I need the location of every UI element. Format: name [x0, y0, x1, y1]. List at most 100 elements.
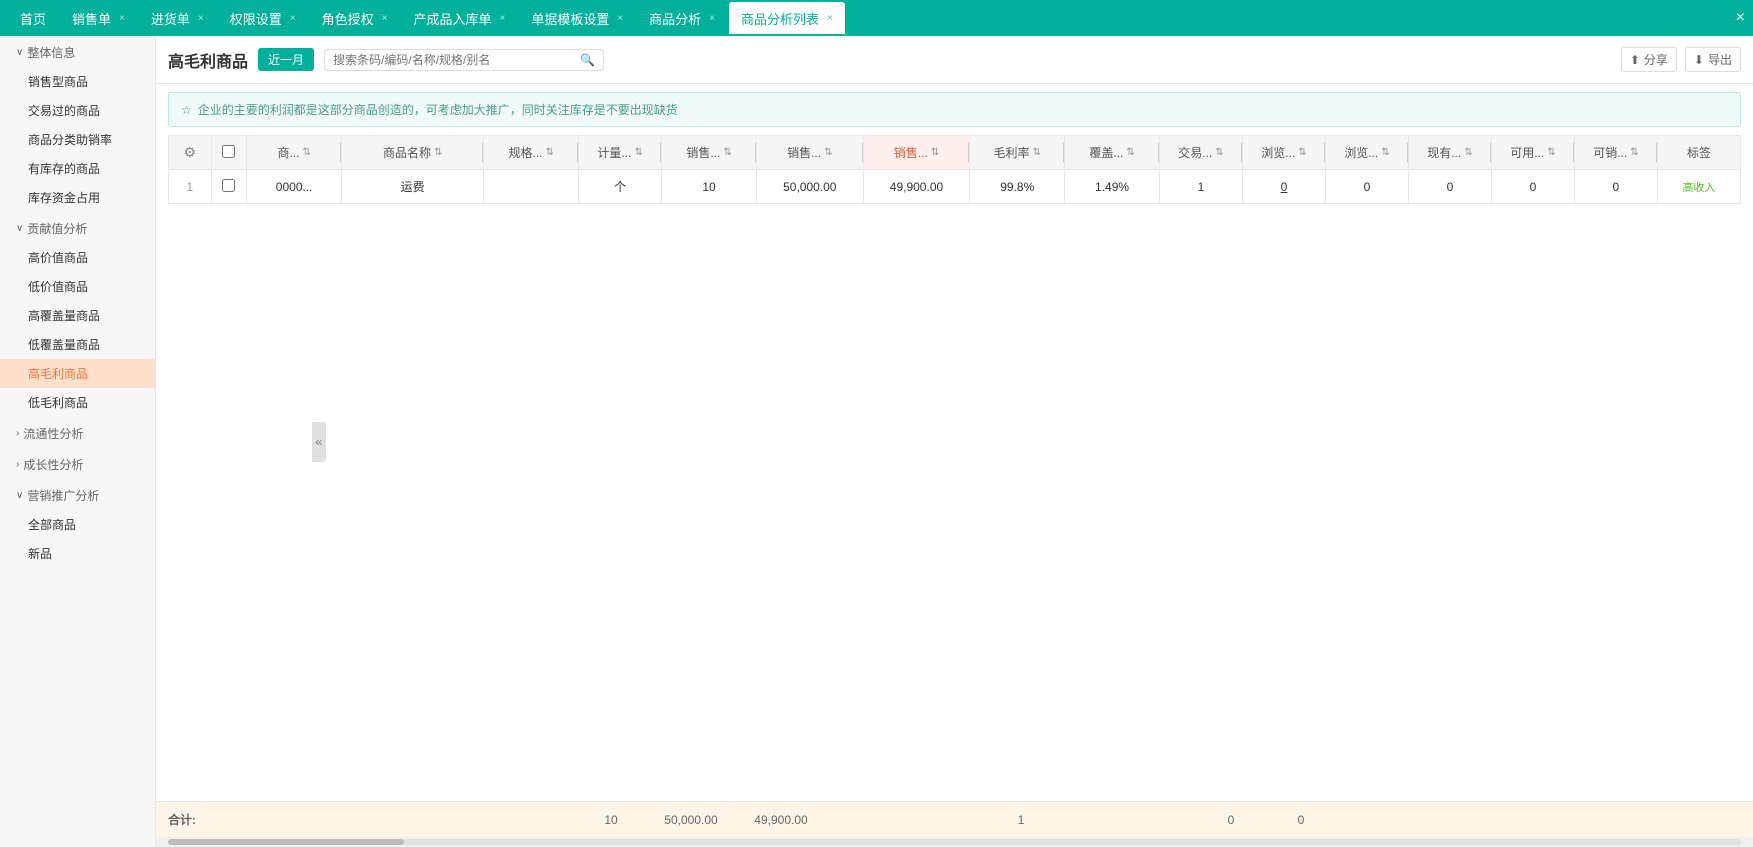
- sort-stock1-icon[interactable]: ⇅: [1464, 147, 1472, 158]
- col-sales1[interactable]: 销售... ⇅: [662, 136, 757, 170]
- nav-purchase[interactable]: 进货单 ×: [139, 2, 216, 34]
- search-input[interactable]: [333, 53, 576, 67]
- nav-analysis-list[interactable]: 商品分析列表 ×: [729, 2, 845, 34]
- section-header-growth[interactable]: › 成长性分析: [0, 448, 155, 479]
- close-template-icon[interactable]: ×: [617, 13, 623, 24]
- close-analysis-list-icon[interactable]: ×: [827, 13, 833, 24]
- col-stock1[interactable]: 现有... ⇅: [1408, 136, 1491, 170]
- sidebar-item-stock-capital[interactable]: 库存资金占用: [0, 183, 155, 212]
- col-sales3[interactable]: 销售... ⇅: [863, 136, 970, 170]
- sidebar-item-category-rate[interactable]: 商品分类助销率: [0, 125, 155, 154]
- col-spec[interactable]: 规格... ⇅: [484, 136, 579, 170]
- scroll-track[interactable]: [168, 839, 1741, 845]
- search-icon[interactable]: 🔍: [580, 53, 595, 67]
- close-role-icon[interactable]: ×: [382, 13, 388, 24]
- sort-name-icon[interactable]: ⇅: [434, 147, 442, 158]
- close-analysis-icon[interactable]: ×: [709, 13, 715, 24]
- close-sales-icon[interactable]: ×: [119, 13, 125, 24]
- cell-name[interactable]: 运费: [342, 170, 484, 204]
- col-resizer-sales1[interactable]: [752, 143, 756, 163]
- nav-role[interactable]: 角色授权 ×: [310, 2, 400, 34]
- sort-browse2-icon[interactable]: ⇅: [1381, 147, 1389, 158]
- col-resizer-stock3[interactable]: [1653, 143, 1657, 163]
- settings-icon[interactable]: ⚙: [184, 144, 197, 160]
- sort-stock3-icon[interactable]: ⇅: [1630, 147, 1638, 158]
- nav-product-in[interactable]: 产成品入库单 ×: [401, 2, 517, 34]
- sort-trade-icon[interactable]: ⇅: [1215, 147, 1223, 158]
- sidebar-item-low-coverage[interactable]: 低覆盖量商品: [0, 330, 155, 359]
- nav-analysis[interactable]: 商品分析 ×: [637, 2, 727, 34]
- col-name[interactable]: 商品名称 ⇅: [342, 136, 484, 170]
- sidebar-item-high-margin[interactable]: 高毛利商品: [0, 359, 155, 388]
- sidebar-item-in-stock[interactable]: 有库存的商品: [0, 154, 155, 183]
- cell-browse1[interactable]: 0: [1242, 170, 1325, 204]
- col-resizer-browse1[interactable]: [1321, 143, 1325, 163]
- section-header-marketing[interactable]: ∨ 营销推广分析: [0, 479, 155, 510]
- col-resizer-name[interactable]: [479, 143, 483, 163]
- sort-code-icon[interactable]: ⇅: [302, 147, 310, 158]
- filter-button[interactable]: 近一月: [258, 48, 314, 71]
- nav-permission[interactable]: 权限设置 ×: [218, 2, 308, 34]
- col-resizer-trade[interactable]: [1238, 143, 1242, 163]
- export-button[interactable]: ⬇ 导出: [1685, 47, 1741, 72]
- main-layout: ∨ 整体信息 销售型商品 交易过的商品 商品分类助销率 有库存的商品 库存资金占…: [0, 36, 1753, 847]
- col-resizer-gross[interactable]: [1060, 143, 1064, 163]
- table-header-row: ⚙ 商... ⇅: [169, 136, 1741, 170]
- sidebar-item-high-coverage[interactable]: 高覆盖量商品: [0, 301, 155, 330]
- section-header-liquidity[interactable]: › 流通性分析: [0, 417, 155, 448]
- sidebar-item-low-margin[interactable]: 低毛利商品: [0, 388, 155, 417]
- share-button[interactable]: ⬆ 分享: [1621, 47, 1677, 72]
- sidebar-item-traded[interactable]: 交易过的商品: [0, 96, 155, 125]
- sidebar-collapse-button[interactable]: «: [312, 422, 326, 462]
- sidebar-item-all-goods[interactable]: 全部商品: [0, 510, 155, 539]
- col-settings[interactable]: ⚙: [169, 136, 212, 170]
- scroll-thumb[interactable]: [168, 839, 404, 845]
- sort-sales2-icon[interactable]: ⇅: [824, 147, 832, 158]
- col-stock3[interactable]: 可销... ⇅: [1574, 136, 1657, 170]
- col-code[interactable]: 商... ⇅: [247, 136, 342, 170]
- close-permission-icon[interactable]: ×: [290, 13, 296, 24]
- row-checkbox[interactable]: [222, 179, 235, 192]
- sidebar-item-low-value[interactable]: 低价值商品: [0, 272, 155, 301]
- sidebar-item-new-goods[interactable]: 新品: [0, 539, 155, 568]
- close-all-button[interactable]: ×: [1736, 9, 1745, 27]
- col-resizer-sales3[interactable]: [965, 143, 969, 163]
- col-stock2[interactable]: 可用... ⇅: [1491, 136, 1574, 170]
- sort-coverage-icon[interactable]: ⇅: [1126, 147, 1134, 158]
- section-header-contribution[interactable]: ∨ 贡献值分析: [0, 212, 155, 243]
- select-all-checkbox[interactable]: [222, 145, 235, 158]
- col-gross[interactable]: 毛利率 ⇅: [970, 136, 1065, 170]
- sort-stock2-icon[interactable]: ⇅: [1547, 147, 1555, 158]
- sort-spec-icon[interactable]: ⇅: [546, 147, 554, 158]
- cell-code[interactable]: 0000...: [247, 170, 342, 204]
- sidebar-item-sales-goods[interactable]: 销售型商品: [0, 67, 155, 96]
- col-trade[interactable]: 交易... ⇅: [1159, 136, 1242, 170]
- section-header-overall[interactable]: ∨ 整体信息: [0, 36, 155, 67]
- sort-sales1-icon[interactable]: ⇅: [723, 147, 731, 158]
- nav-home[interactable]: 首页: [8, 2, 58, 34]
- close-purchase-icon[interactable]: ×: [198, 13, 204, 24]
- sort-sales3-icon[interactable]: ⇅: [931, 147, 939, 158]
- col-resizer-browse2[interactable]: [1404, 143, 1408, 163]
- col-resizer-spec[interactable]: [574, 143, 578, 163]
- col-sales2[interactable]: 销售... ⇅: [756, 136, 863, 170]
- col-browse2[interactable]: 浏览... ⇅: [1325, 136, 1408, 170]
- col-browse1[interactable]: 浏览... ⇅: [1242, 136, 1325, 170]
- nav-sales[interactable]: 销售单 ×: [60, 2, 137, 34]
- col-resizer-stock1[interactable]: [1487, 143, 1491, 163]
- sort-browse1-icon[interactable]: ⇅: [1298, 147, 1306, 158]
- nav-template[interactable]: 单据模板设置 ×: [519, 2, 635, 34]
- sidebar-item-high-value[interactable]: 高价值商品: [0, 243, 155, 272]
- col-unit[interactable]: 计量... ⇅: [579, 136, 662, 170]
- col-coverage[interactable]: 覆盖... ⇅: [1065, 136, 1160, 170]
- col-resizer-sales2[interactable]: [859, 143, 863, 163]
- horizontal-scrollbar[interactable]: [156, 837, 1753, 847]
- close-product-in-icon[interactable]: ×: [499, 13, 505, 24]
- col-resizer-unit[interactable]: [657, 143, 661, 163]
- col-resizer-stock2[interactable]: [1570, 143, 1574, 163]
- sort-gross-icon[interactable]: ⇅: [1033, 147, 1041, 158]
- col-resizer-code[interactable]: [337, 143, 341, 163]
- col-resizer-coverage[interactable]: [1155, 143, 1159, 163]
- col-tag[interactable]: 标签: [1657, 136, 1740, 170]
- sort-unit-icon[interactable]: ⇅: [634, 147, 642, 158]
